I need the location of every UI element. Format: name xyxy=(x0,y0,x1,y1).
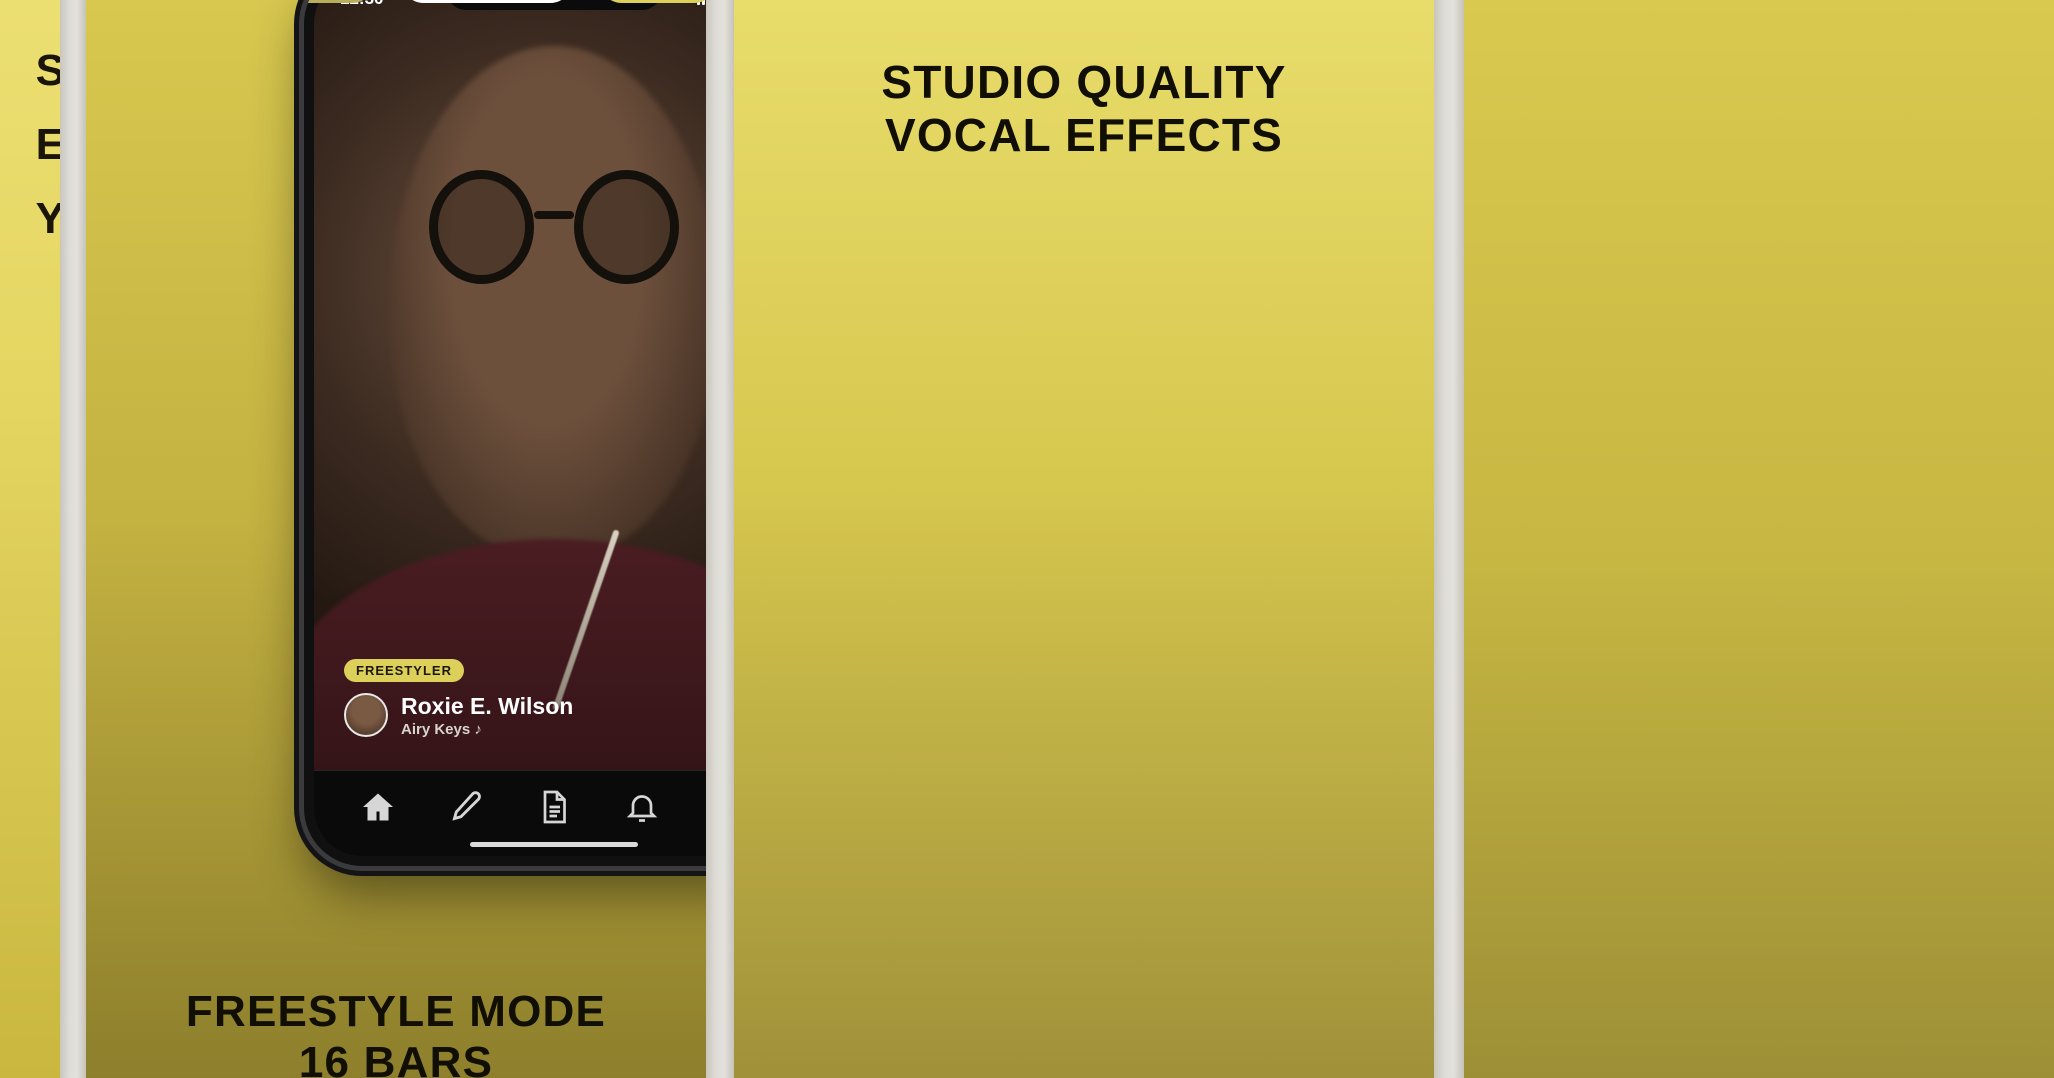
eyeglasses-decoration xyxy=(429,169,679,284)
panel-divider-1 xyxy=(60,0,86,1078)
freestyle-headline-line2: 16 BARS xyxy=(298,1037,494,1078)
panel-divider-2 xyxy=(706,0,734,1078)
cut-word-2: E xyxy=(35,120,60,169)
performer-face xyxy=(390,46,706,557)
avatar[interactable] xyxy=(344,693,388,738)
panel-vocal-effects: STUDIO QUALITY VOCAL EFFECTS xyxy=(734,0,1434,1078)
home-icon[interactable] xyxy=(360,789,396,825)
tab-nice[interactable]: NICE xyxy=(304,0,375,3)
post-username[interactable]: Roxie E. Wilson xyxy=(401,693,573,719)
phone1-home-indicator xyxy=(470,842,638,847)
freestyler-badge: FREESTYLER xyxy=(344,658,464,682)
panel-rhymes-editor: 12:30 ‹ Rhymes Record xyxy=(1464,0,2054,1078)
bell-icon[interactable] xyxy=(624,789,660,825)
music-note-icon: ♪ xyxy=(474,721,482,738)
tab-flows[interactable]: FLOWS xyxy=(400,0,574,3)
vocal-effects-headline-line2: VOCAL EFFECTS xyxy=(884,109,1284,162)
vocal-effects-headline-line1: STUDIO QUALITY xyxy=(881,56,1287,108)
panel-freestyle-mode: FREESTYLE MODE 16 BARS 12:30 xyxy=(86,0,706,1078)
microphone-icon[interactable] xyxy=(448,789,484,825)
post-user-row[interactable]: Roxie E. Wilson Airy Keys ♪ xyxy=(344,693,573,738)
cut-word-3: Y xyxy=(35,194,60,243)
cut-off-headline: S E Y xyxy=(0,34,60,256)
panel-previous-sliver: S E Y xyxy=(0,0,60,1078)
phone-mockup-freestyle: 12:30 FREESTYLER Roxie E. Wilson xyxy=(304,0,706,866)
document-icon[interactable] xyxy=(536,789,572,825)
post-meta: FREESTYLER Roxie E. Wilson Airy Keys ♪ xyxy=(344,658,573,738)
post-track-name[interactable]: Airy Keys ♪ xyxy=(401,721,573,738)
freestyle-headline-line1: FREESTYLE MODE xyxy=(185,986,607,1036)
tab-unknown[interactable]: ??? xyxy=(599,0,706,3)
vocal-effects-headline: STUDIO QUALITY VOCAL EFFECTS xyxy=(734,56,1434,163)
phone1-screen: 12:30 FREESTYLER Roxie E. Wilson xyxy=(314,0,706,856)
cut-word-1: S xyxy=(35,46,60,95)
freestyle-headline: FREESTYLE MODE 16 BARS xyxy=(86,986,706,1078)
panel-divider-3 xyxy=(1434,0,1464,1078)
feed-category-tabs: NICE FLOWS ??? xyxy=(304,0,706,6)
screenshot-carousel: S E Y FREESTYLE MODE 16 BARS FREESTYLER … xyxy=(0,0,2054,1078)
